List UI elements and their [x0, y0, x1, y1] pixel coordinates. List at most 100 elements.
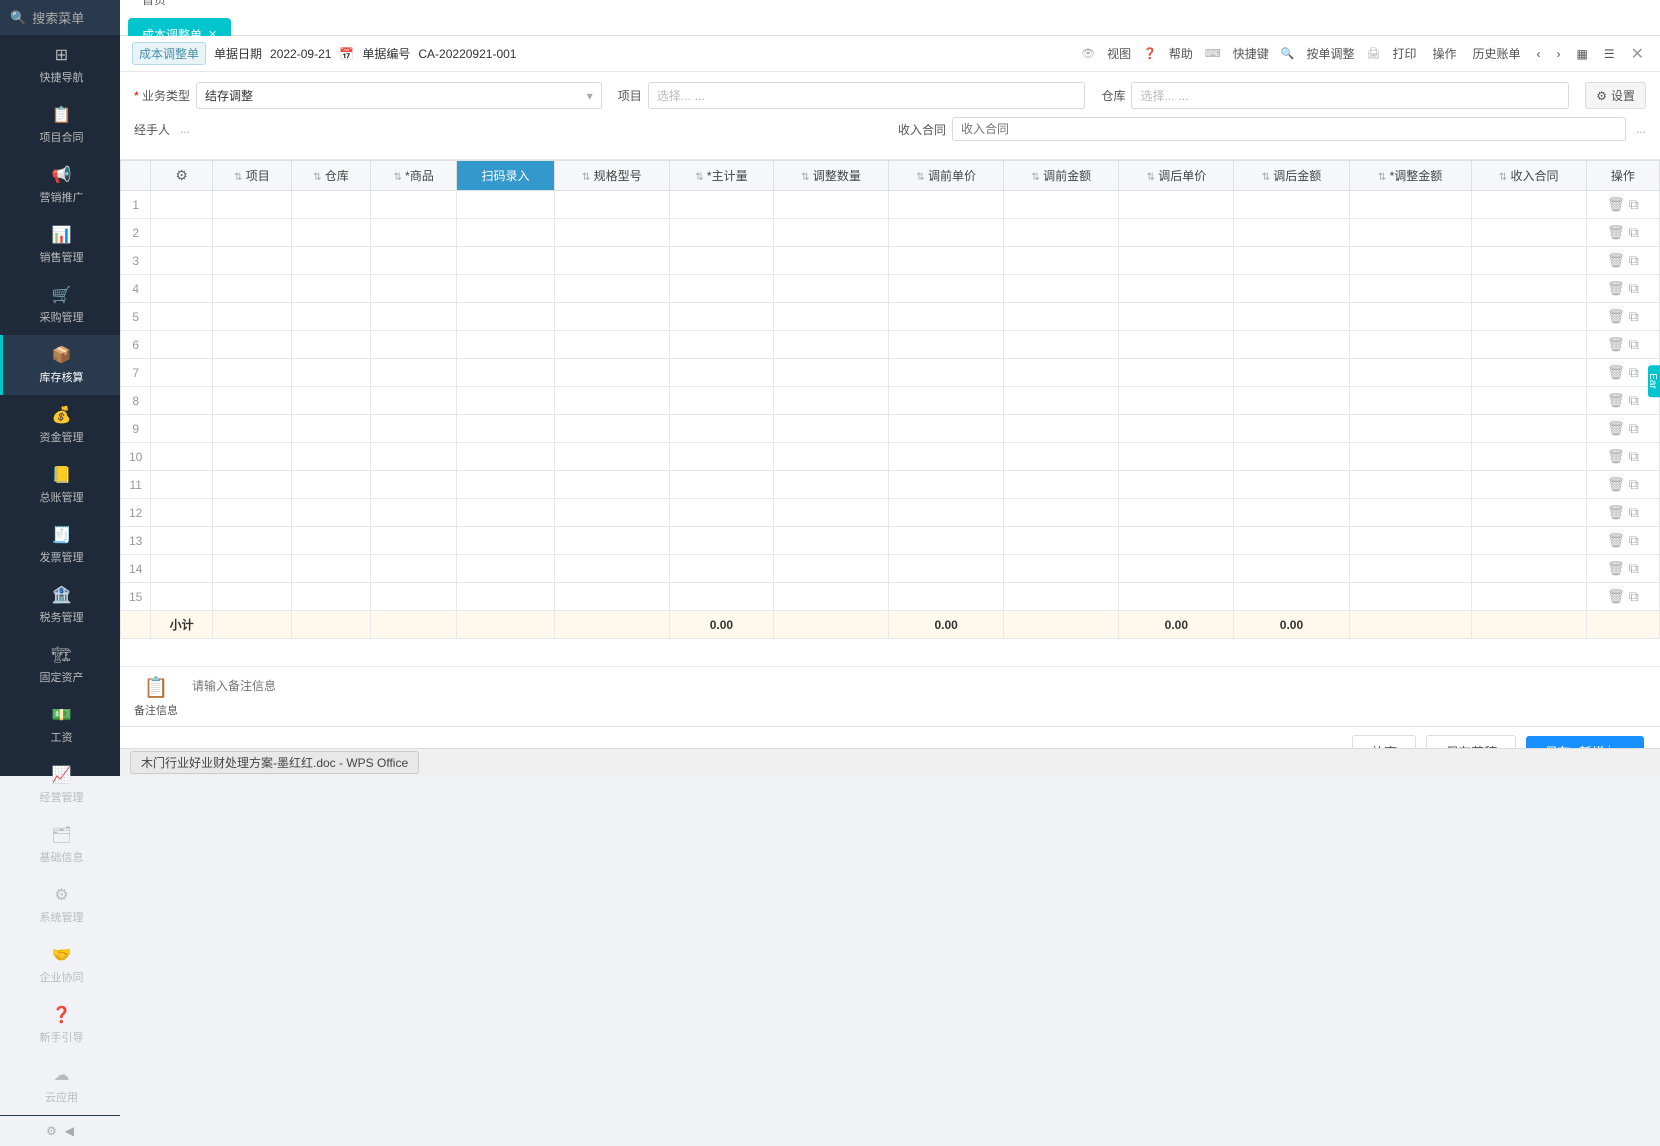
delete-icon[interactable]: 🗑	[1607, 364, 1625, 381]
cell-income-contract[interactable]	[1471, 247, 1586, 275]
operation-btn[interactable]: 操作	[1428, 43, 1460, 64]
cell-pre-adj-price[interactable]	[889, 331, 1004, 359]
cell-spec-type[interactable]	[554, 415, 669, 443]
cell-main-qty[interactable]	[669, 331, 773, 359]
cell-pre-adj-amount[interactable]	[1004, 499, 1119, 527]
cell-settings[interactable]	[151, 583, 213, 611]
check-adjust-btn[interactable]: 按单调整	[1302, 43, 1358, 64]
cell-post-adj-price[interactable]	[1119, 191, 1234, 219]
cell-main-qty[interactable]	[669, 191, 773, 219]
cell-pre-adj-amount[interactable]	[1004, 387, 1119, 415]
gear-col-icon[interactable]: ⚙	[159, 167, 204, 184]
cell-settings[interactable]	[151, 471, 213, 499]
cell-income-contract[interactable]	[1471, 415, 1586, 443]
sidebar-item-sales-promotion[interactable]: 📢 营销推广	[0, 155, 120, 215]
cell-warehouse[interactable]	[291, 219, 370, 247]
cell-adj-qty[interactable]	[773, 555, 888, 583]
cell-action[interactable]: 🗑 ⧉	[1586, 219, 1659, 247]
cell-project[interactable]	[212, 247, 291, 275]
cell-pre-adj-price[interactable]	[889, 527, 1004, 555]
cell-scan-input[interactable]	[457, 583, 555, 611]
cell-post-adj-amount[interactable]	[1234, 555, 1349, 583]
cell-project[interactable]	[212, 359, 291, 387]
cell-adj-qty[interactable]	[773, 499, 888, 527]
cell-pre-adj-amount[interactable]	[1004, 303, 1119, 331]
nav-prev-btn[interactable]: ‹	[1532, 45, 1544, 63]
cell-post-adj-price[interactable]	[1119, 219, 1234, 247]
cell-pre-adj-price[interactable]	[889, 275, 1004, 303]
cell-adj-qty[interactable]	[773, 219, 888, 247]
cell-settings[interactable]	[151, 303, 213, 331]
cell-post-adj-price[interactable]	[1119, 275, 1234, 303]
cell-pre-adj-amount[interactable]	[1004, 443, 1119, 471]
cell-spec-type[interactable]	[554, 443, 669, 471]
cell-scan-input[interactable]	[457, 499, 555, 527]
cell-income-contract[interactable]	[1471, 387, 1586, 415]
cell-warehouse[interactable]	[291, 499, 370, 527]
cell-income-contract[interactable]	[1471, 331, 1586, 359]
delete-icon[interactable]: 🗑	[1607, 560, 1625, 577]
cell-warehouse[interactable]	[291, 359, 370, 387]
cell-spec-type[interactable]	[554, 555, 669, 583]
cell-income-contract[interactable]	[1471, 527, 1586, 555]
print-btn[interactable]: 打印	[1388, 43, 1420, 64]
settings-btn[interactable]: ⚙ 设置	[1585, 82, 1646, 109]
cell-warehouse[interactable]	[291, 303, 370, 331]
cell-post-adj-price[interactable]	[1119, 471, 1234, 499]
cell-main-qty[interactable]	[669, 583, 773, 611]
cell-product[interactable]	[371, 527, 457, 555]
right-edge-indicator[interactable]: Ear	[1648, 365, 1660, 397]
cell-scan-input[interactable]	[457, 303, 555, 331]
cell-adj-amount[interactable]	[1349, 191, 1471, 219]
cell-main-qty[interactable]	[669, 359, 773, 387]
delete-icon[interactable]: 🗑	[1607, 280, 1625, 297]
cell-action[interactable]: 🗑 ⧉	[1586, 275, 1659, 303]
cell-scan-input[interactable]	[457, 359, 555, 387]
cell-action[interactable]: 🗑 ⧉	[1586, 247, 1659, 275]
cell-post-adj-amount[interactable]	[1234, 331, 1349, 359]
cell-warehouse[interactable]	[291, 415, 370, 443]
cell-spec-type[interactable]	[554, 331, 669, 359]
copy-icon[interactable]: ⧉	[1629, 448, 1639, 465]
cell-action[interactable]: 🗑 ⧉	[1586, 527, 1659, 555]
cell-product[interactable]	[371, 359, 457, 387]
copy-icon[interactable]: ⧉	[1629, 532, 1639, 549]
cell-adj-qty[interactable]	[773, 583, 888, 611]
cell-adj-amount[interactable]	[1349, 303, 1471, 331]
delete-icon[interactable]: 🗑	[1607, 448, 1625, 465]
cell-action[interactable]: 🗑 ⧉	[1586, 555, 1659, 583]
income-contract-input[interactable]	[952, 117, 1626, 141]
cell-adj-amount[interactable]	[1349, 247, 1471, 275]
cell-post-adj-price[interactable]	[1119, 303, 1234, 331]
copy-icon[interactable]: ⧉	[1629, 336, 1639, 353]
delete-icon[interactable]: 🗑	[1607, 476, 1625, 493]
cell-scan-input[interactable]	[457, 275, 555, 303]
cell-adj-qty[interactable]	[773, 247, 888, 275]
cell-pre-adj-amount[interactable]	[1004, 331, 1119, 359]
copy-icon[interactable]: ⧉	[1629, 308, 1639, 325]
cell-project[interactable]	[212, 387, 291, 415]
cell-pre-adj-price[interactable]	[889, 499, 1004, 527]
cell-spec-type[interactable]	[554, 471, 669, 499]
cell-adj-amount[interactable]	[1349, 555, 1471, 583]
cell-warehouse[interactable]	[291, 583, 370, 611]
delete-icon[interactable]: 🗑	[1607, 196, 1625, 213]
cell-settings[interactable]	[151, 191, 213, 219]
cell-action[interactable]: 🗑 ⧉	[1586, 499, 1659, 527]
cell-pre-adj-amount[interactable]	[1004, 527, 1119, 555]
cell-pre-adj-amount[interactable]	[1004, 471, 1119, 499]
cell-main-qty[interactable]	[669, 275, 773, 303]
cell-product[interactable]	[371, 191, 457, 219]
cell-warehouse[interactable]	[291, 275, 370, 303]
cell-post-adj-amount[interactable]	[1234, 499, 1349, 527]
cell-pre-adj-amount[interactable]	[1004, 191, 1119, 219]
cell-post-adj-amount[interactable]	[1234, 247, 1349, 275]
cell-post-adj-amount[interactable]	[1234, 443, 1349, 471]
cell-product[interactable]	[371, 247, 457, 275]
cell-warehouse[interactable]	[291, 191, 370, 219]
col-settings[interactable]: ⚙	[151, 161, 213, 191]
delete-icon[interactable]: 🗑	[1607, 504, 1625, 521]
cell-product[interactable]	[371, 219, 457, 247]
cell-scan-input[interactable]	[457, 219, 555, 247]
sidebar-item-invoice-mgmt[interactable]: 🧾 发票管理	[0, 515, 120, 575]
